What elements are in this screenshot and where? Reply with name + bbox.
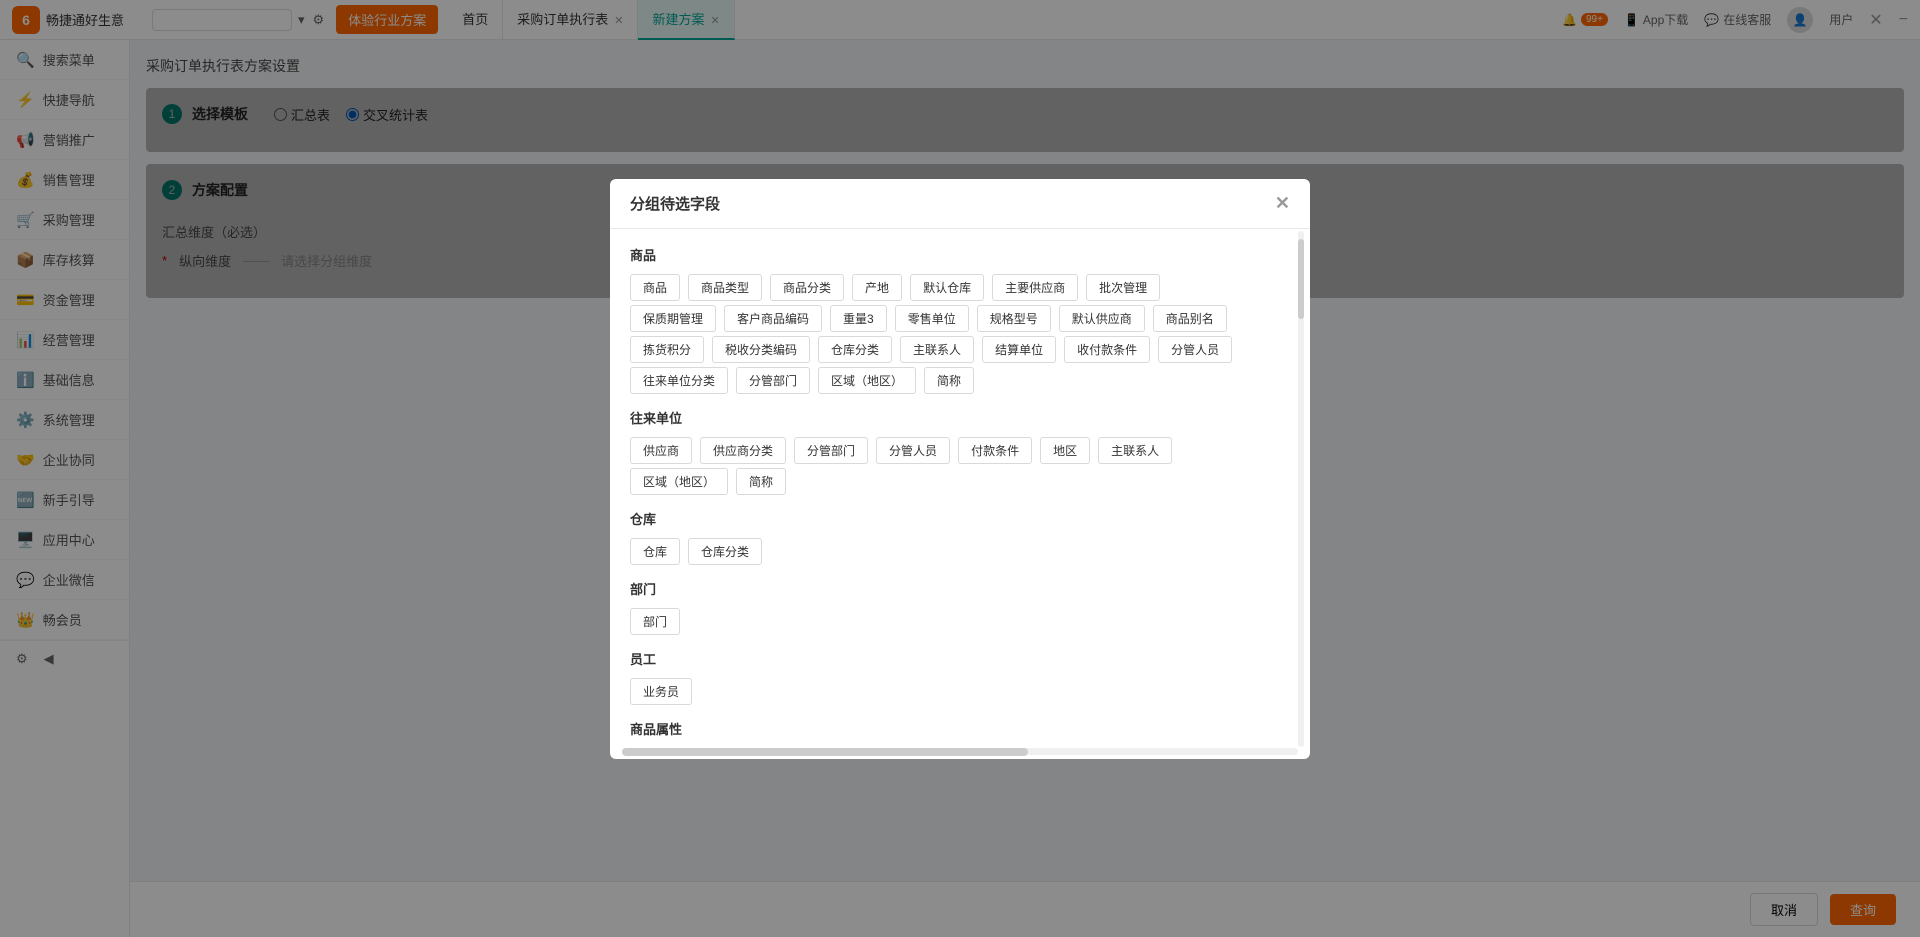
product-fields-4: 往来单位分类 分管部门 区域（地区） 简称 xyxy=(630,367,1290,394)
field-product-type[interactable]: 商品类型 xyxy=(688,274,762,301)
warehouse-fields: 仓库 仓库分类 xyxy=(630,538,1290,565)
field-default-supplier[interactable]: 默认供应商 xyxy=(1059,305,1145,332)
modal-overlay: 分组待选字段 ✕ 商品 商品 商品类型 商品分类 产地 默认仓库 主要供应商 批… xyxy=(0,0,1920,937)
field-warehouse[interactable]: 仓库 xyxy=(630,538,680,565)
section-title-staff: 员工 xyxy=(630,649,1290,668)
field-dept-in-charge[interactable]: 分管部门 xyxy=(736,367,810,394)
field-dept-charge2[interactable]: 分管部门 xyxy=(794,437,868,464)
field-origin[interactable]: 产地 xyxy=(852,274,902,301)
field-short-name[interactable]: 简称 xyxy=(924,367,974,394)
product-fields-2: 保质期管理 客户商品编码 重量3 零售单位 规格型号 默认供应商 商品别名 xyxy=(630,305,1290,332)
field-product-alias[interactable]: 商品别名 xyxy=(1153,305,1227,332)
product-fields: 商品 商品类型 商品分类 产地 默认仓库 主要供应商 批次管理 xyxy=(630,274,1290,301)
dept-fields: 部门 xyxy=(630,608,1290,635)
field-short-name2[interactable]: 简称 xyxy=(736,468,786,495)
field-warehouse-category[interactable]: 仓库分类 xyxy=(818,336,892,363)
field-retail-unit[interactable]: 零售单位 xyxy=(895,305,969,332)
section-title-warehouse: 仓库 xyxy=(630,509,1290,528)
section-title-dept: 部门 xyxy=(630,579,1290,598)
section-title-product: 商品 xyxy=(630,245,1290,264)
field-product-category[interactable]: 商品分类 xyxy=(770,274,844,301)
field-tax-code[interactable]: 税收分类编码 xyxy=(712,336,810,363)
section-title-product-attr: 商品属性 xyxy=(630,719,1290,738)
field-supplier[interactable]: 供应商 xyxy=(630,437,692,464)
modal-vscroll-track xyxy=(1298,231,1304,747)
modal-hscroll-thumb xyxy=(622,748,1028,756)
field-product[interactable]: 商品 xyxy=(630,274,680,301)
modal-body: 商品 商品 商品类型 商品分类 产地 默认仓库 主要供应商 批次管理 保质期管理… xyxy=(610,229,1310,744)
product-fields-3: 拣货积分 税收分类编码 仓库分类 主联系人 结算单位 收付款条件 分管人员 xyxy=(630,336,1290,363)
modal-close-btn[interactable]: ✕ xyxy=(1275,193,1290,214)
field-main-contact2[interactable]: 主联系人 xyxy=(1098,437,1172,464)
staff-fields: 业务员 xyxy=(630,678,1290,705)
modal-hscroll[interactable] xyxy=(622,748,1298,755)
field-pick-score[interactable]: 拣货积分 xyxy=(630,336,704,363)
field-partner-category[interactable]: 往来单位分类 xyxy=(630,367,728,394)
field-batch-mgmt[interactable]: 批次管理 xyxy=(1086,274,1160,301)
field-area[interactable]: 地区 xyxy=(1040,437,1090,464)
modal-header: 分组待选字段 ✕ xyxy=(610,179,1310,229)
field-payment-terms[interactable]: 收付款条件 xyxy=(1064,336,1150,363)
field-quality-mgmt[interactable]: 保质期管理 xyxy=(630,305,716,332)
field-payment-terms2[interactable]: 付款条件 xyxy=(958,437,1032,464)
modal-title: 分组待选字段 xyxy=(630,193,720,214)
modal-vscroll-thumb xyxy=(1298,239,1304,319)
field-supervisor2[interactable]: 分管人员 xyxy=(876,437,950,464)
field-weight3[interactable]: 重量3 xyxy=(830,305,887,332)
field-customer-code[interactable]: 客户商品编码 xyxy=(724,305,822,332)
field-spec-model[interactable]: 规格型号 xyxy=(977,305,1051,332)
field-default-warehouse[interactable]: 默认仓库 xyxy=(910,274,984,301)
field-supervisor[interactable]: 分管人员 xyxy=(1158,336,1232,363)
field-main-contact[interactable]: 主联系人 xyxy=(900,336,974,363)
field-region[interactable]: 区域（地区） xyxy=(818,367,916,394)
partner-fields-2: 区域（地区） 简称 xyxy=(630,468,1290,495)
field-dept[interactable]: 部门 xyxy=(630,608,680,635)
field-region2[interactable]: 区域（地区） xyxy=(630,468,728,495)
section-title-partner: 往来单位 xyxy=(630,408,1290,427)
field-settlement-unit[interactable]: 结算单位 xyxy=(982,336,1056,363)
field-main-supplier[interactable]: 主要供应商 xyxy=(992,274,1078,301)
field-warehouse-cat[interactable]: 仓库分类 xyxy=(688,538,762,565)
field-supplier-category[interactable]: 供应商分类 xyxy=(700,437,786,464)
field-sales-rep[interactable]: 业务员 xyxy=(630,678,692,705)
partner-fields: 供应商 供应商分类 分管部门 分管人员 付款条件 地区 主联系人 xyxy=(630,437,1290,464)
field-select-modal: 分组待选字段 ✕ 商品 商品 商品类型 商品分类 产地 默认仓库 主要供应商 批… xyxy=(610,179,1310,759)
